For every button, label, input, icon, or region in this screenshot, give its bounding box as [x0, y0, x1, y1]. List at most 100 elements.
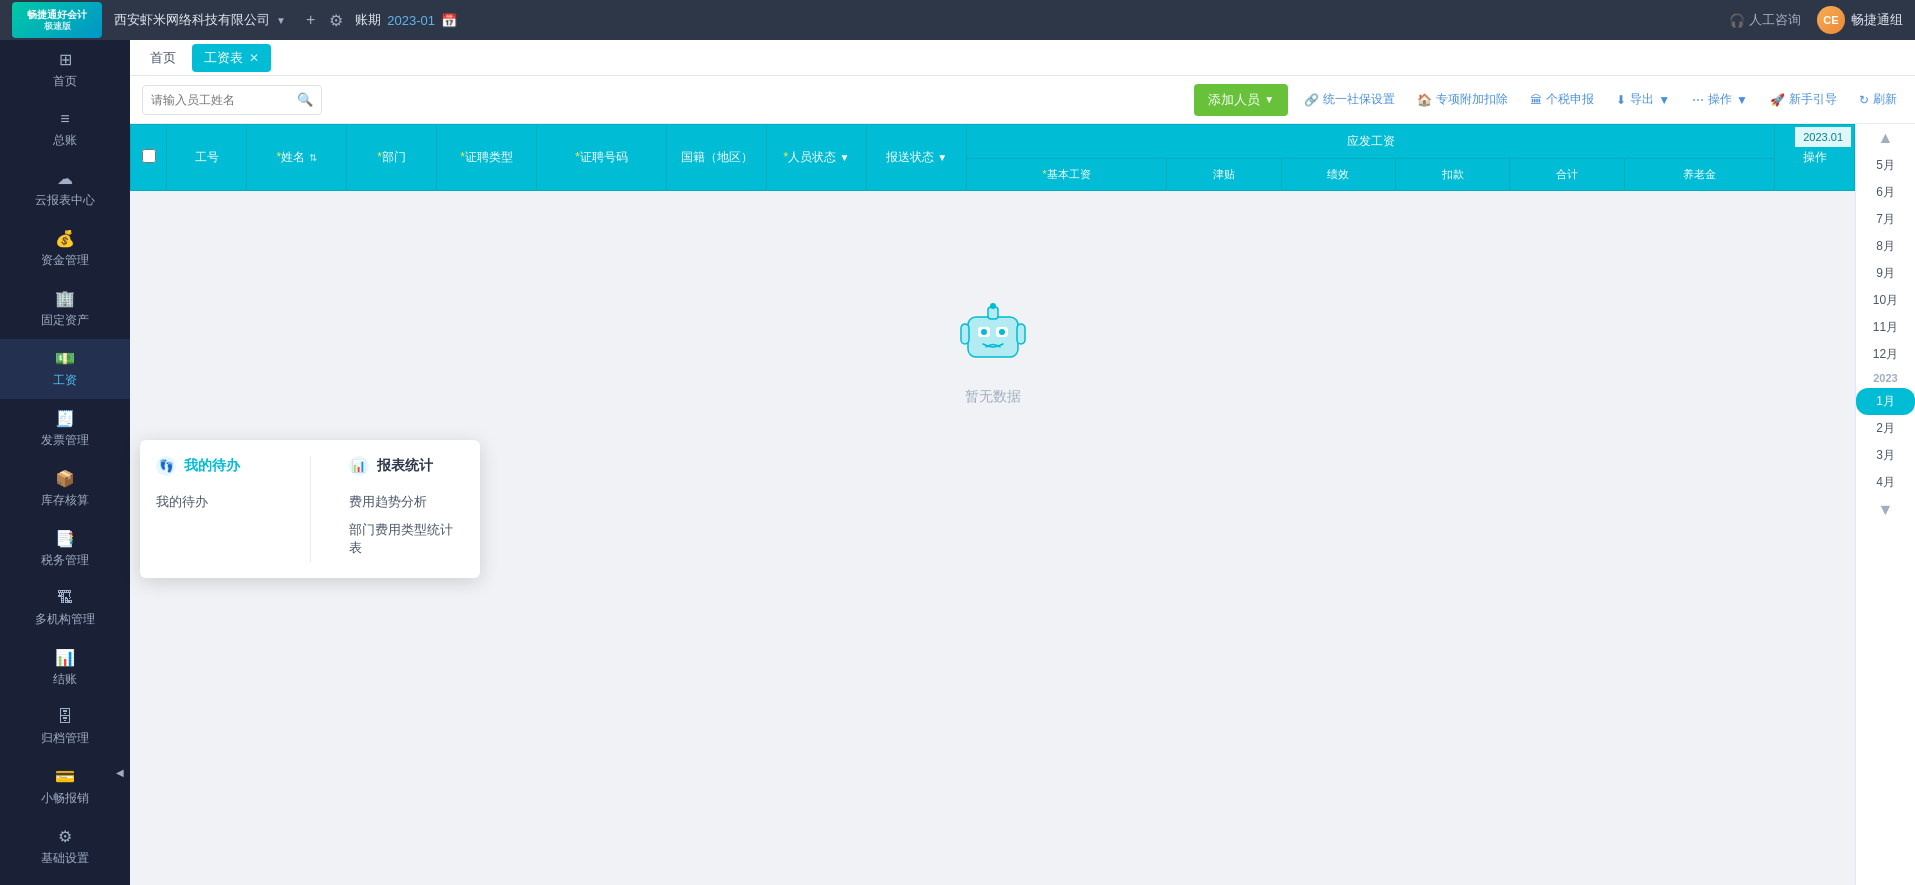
dropdown-popup: 👣 我的待办 我的待办 📊 报表统计 费用趋势分析 部门费用类型统计表 [140, 440, 480, 578]
calendar-month-11[interactable]: 11月 [1856, 314, 1915, 341]
popup-report-item-2[interactable]: 部门费用类型统计表 [349, 516, 465, 562]
sidebar-item-settle[interactable]: 📊 结账 [0, 638, 130, 698]
sidebar-item-ledger[interactable]: ≡ 总账 [0, 100, 130, 159]
refresh-icon: ↻ [1859, 93, 1869, 107]
tax-decl-icon: 🏛 [1530, 93, 1542, 107]
tax-icon: 📑 [55, 529, 75, 548]
company-selector[interactable]: 西安虾米网络科技有限公司 ▼ [114, 11, 286, 29]
sidebar-item-home[interactable]: ⊞ 首页 [0, 40, 130, 100]
sidebar-item-cloud-report[interactable]: ☁ 云报表中心 [0, 159, 130, 219]
toolbar-right: 添加人员 ▼ 🔗 统一社保设置 🏠 专项附加扣除 🏛 个税申报 ⬇ [1194, 84, 1903, 116]
svg-point-4 [999, 329, 1005, 335]
basic-settings-icon: ⚙ [58, 827, 72, 846]
calendar-month-7[interactable]: 7月 [1856, 206, 1915, 233]
header-total: 合计 [1510, 159, 1624, 191]
header-name: *姓名 ⇅ [247, 125, 347, 191]
operation-button[interactable]: ⋯ 操作 ▼ [1686, 87, 1754, 112]
todo-section-icon: 👣 [156, 456, 176, 476]
sidebar-item-archive[interactable]: 🗄 归档管理 [0, 698, 130, 757]
headset-icon: 🎧 [1729, 13, 1745, 28]
search-input[interactable] [151, 93, 291, 107]
search-box[interactable]: 🔍 [142, 85, 322, 115]
sidebar-collapse-icon: ◀ [116, 767, 124, 778]
refresh-button[interactable]: ↻ 刷新 [1853, 87, 1903, 112]
settings-button[interactable]: ⚙ [329, 11, 343, 30]
send-status-filter-icon[interactable]: ▼ [937, 152, 947, 163]
header-subsidy: 津贴 [1167, 159, 1281, 191]
new-guide-button[interactable]: 🚀 新手引导 [1764, 87, 1843, 112]
svg-rect-8 [1017, 324, 1025, 344]
header-cert-no: *证聘号码 [537, 125, 667, 191]
export-icon: ⬇ [1616, 93, 1626, 107]
tax-declaration-button[interactable]: 🏛 个税申报 [1524, 87, 1600, 112]
period-label: 账期 [355, 11, 381, 29]
sidebar-item-fixed-assets[interactable]: 🏢 固定资产 [0, 279, 130, 339]
export-button[interactable]: ⬇ 导出 ▼ [1610, 87, 1676, 112]
user-profile[interactable]: CE 畅捷通组 [1817, 6, 1903, 34]
search-icon: 🔍 [297, 92, 313, 107]
sidebar-item-salary[interactable]: 💵 工资 [0, 339, 130, 399]
sidebar-item-tax[interactable]: 📑 税务管理 [0, 519, 130, 579]
status-filter-icon[interactable]: ▼ [840, 152, 850, 163]
operation-icon: ⋯ [1692, 93, 1704, 107]
sidebar-item-invoice[interactable]: 🧾 发票管理 [0, 399, 130, 459]
multi-org-icon: 🏗 [57, 589, 73, 607]
header-cert-type: *证聘类型 [437, 125, 537, 191]
company-name: 西安虾米网络科技有限公司 [114, 11, 270, 29]
export-dropdown-icon: ▼ [1658, 93, 1670, 107]
sidebar-item-expense[interactable]: 💳 小畅报销 ◀ [0, 757, 130, 817]
app-logo: 畅捷通好会计 极速版 [12, 2, 102, 38]
ledger-icon: ≡ [60, 110, 69, 128]
calendar-nav-down[interactable]: ▼ [1856, 496, 1915, 524]
sidebar-item-finance[interactable]: 💰 资金管理 [0, 219, 130, 279]
popup-todo-item-1[interactable]: 我的待办 [156, 488, 272, 516]
calendar-month-12[interactable]: 12月 [1856, 341, 1915, 368]
header-dept: *部门 [347, 125, 437, 191]
header-deduction: 扣款 [1395, 159, 1509, 191]
header-salary-group: 应发工资 [967, 125, 1775, 159]
right-panel: ▲ 5月 6月 7月 8月 9月 10月 11月 12月 2023 1月 2月 … [1855, 124, 1915, 885]
calendar-month-6[interactable]: 6月 [1856, 179, 1915, 206]
special-deduction-button[interactable]: 🏠 专项附加扣除 [1411, 87, 1514, 112]
popup-section-report: 📊 报表统计 费用趋势分析 部门费用类型统计表 [349, 456, 465, 562]
social-insurance-button[interactable]: 🔗 统一社保设置 [1298, 87, 1401, 112]
toolbar: 🔍 添加人员 ▼ 🔗 统一社保设置 🏠 专项附加扣除 🏛 个税申报 [130, 76, 1915, 124]
calendar-month-5[interactable]: 5月 [1856, 152, 1915, 179]
period-info: 账期 2023-01 📅 [355, 11, 457, 29]
select-all-checkbox[interactable] [142, 149, 156, 163]
sidebar-item-basic[interactable]: ⚙ 基础设置 [0, 817, 130, 877]
sidebar-item-inventory[interactable]: 📦 库存核算 [0, 459, 130, 519]
operation-dropdown-icon: ▼ [1736, 93, 1748, 107]
calendar-nav-up[interactable]: ▲ [1856, 124, 1915, 152]
popup-section-todo: 👣 我的待办 我的待办 [156, 456, 272, 562]
calendar-month-1-current[interactable]: 1月 [1856, 388, 1915, 415]
header-checkbox-col [131, 125, 167, 191]
customer-service[interactable]: 🎧 人工咨询 [1729, 11, 1801, 29]
sidebar-item-multi-org[interactable]: 🏗 多机构管理 [0, 579, 130, 638]
top-bar: 畅捷通好会计 极速版 西安虾米网络科技有限公司 ▼ + ⚙ 账期 2023-01… [0, 0, 1915, 40]
company-dropdown-arrow[interactable]: ▼ [276, 15, 286, 26]
finance-icon: 💰 [55, 229, 75, 248]
calendar-month-2[interactable]: 2月 [1856, 415, 1915, 442]
period-value: 2023-01 [387, 13, 435, 28]
tab-home[interactable]: 首页 [138, 44, 188, 72]
name-sort-icon[interactable]: ⇅ [309, 152, 317, 163]
add-button[interactable]: + [306, 11, 315, 29]
tab-close-icon[interactable]: ✕ [249, 51, 259, 65]
tab-salary[interactable]: 工资表 ✕ [192, 44, 271, 72]
calendar-button[interactable]: 📅 [441, 13, 457, 28]
home-icon: ⊞ [59, 50, 72, 69]
calendar-month-8[interactable]: 8月 [1856, 233, 1915, 260]
calendar-year-2023: 2023 [1856, 368, 1915, 388]
add-person-button[interactable]: 添加人员 ▼ [1194, 84, 1288, 116]
popup-todo-title[interactable]: 👣 我的待办 [156, 456, 272, 476]
special-deduction-icon: 🏠 [1417, 93, 1432, 107]
calendar-month-4[interactable]: 4月 [1856, 469, 1915, 496]
social-insurance-icon: 🔗 [1304, 93, 1319, 107]
popup-report-title[interactable]: 📊 报表统计 [349, 456, 465, 476]
sidebar-item-guide[interactable]: ▶ 新手引导 [0, 877, 130, 885]
calendar-month-3[interactable]: 3月 [1856, 442, 1915, 469]
popup-report-item-1[interactable]: 费用趋势分析 [349, 488, 465, 516]
calendar-month-9[interactable]: 9月 [1856, 260, 1915, 287]
calendar-month-10[interactable]: 10月 [1856, 287, 1915, 314]
